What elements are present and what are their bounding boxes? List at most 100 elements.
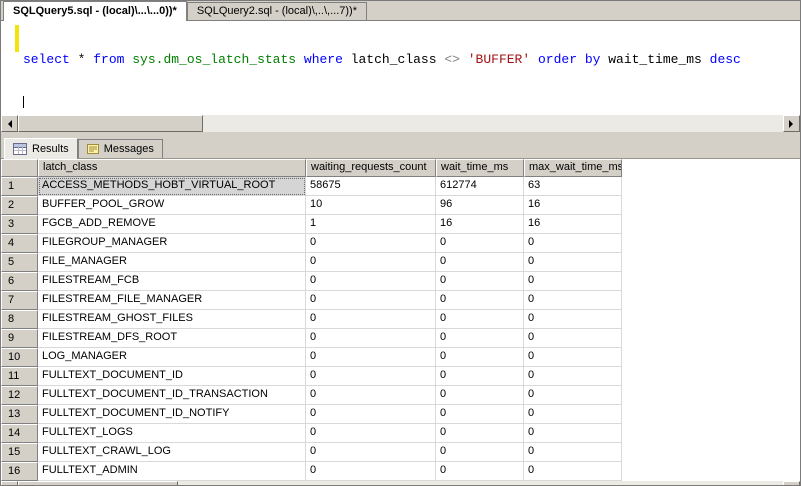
scrollbar-thumb[interactable] bbox=[18, 481, 178, 485]
cell-max-wait-time-ms[interactable]: 63 bbox=[524, 177, 622, 196]
cell-max-wait-time-ms[interactable]: 0 bbox=[524, 253, 622, 272]
cell-waiting-requests-count[interactable]: 0 bbox=[306, 310, 436, 329]
column-header-latch-class[interactable]: latch_class bbox=[38, 159, 306, 177]
sql-code-line1: select * from sys.dm_os_latch_stats wher… bbox=[23, 53, 741, 67]
column-header-max-wait-time-ms[interactable]: max_wait_time_ms bbox=[524, 159, 622, 177]
scroll-left-button[interactable] bbox=[1, 481, 18, 485]
row-header-cell[interactable]: 8 bbox=[1, 310, 38, 329]
cell-wait-time-ms[interactable]: 0 bbox=[436, 443, 524, 462]
cell-wait-time-ms[interactable]: 0 bbox=[436, 291, 524, 310]
cell-max-wait-time-ms[interactable]: 0 bbox=[524, 310, 622, 329]
cell-latch-class[interactable]: FGCB_ADD_REMOVE bbox=[38, 215, 306, 234]
cell-wait-time-ms[interactable]: 0 bbox=[436, 424, 524, 443]
cell-latch-class[interactable]: FULLTEXT_DOCUMENT_ID bbox=[38, 367, 306, 386]
cell-max-wait-time-ms[interactable]: 0 bbox=[524, 443, 622, 462]
doc-tab-sqlquery5[interactable]: SQLQuery5.sql - (local)\...\...0))* bbox=[3, 1, 187, 21]
cell-latch-class[interactable]: FILEGROUP_MANAGER bbox=[38, 234, 306, 253]
cell-waiting-requests-count[interactable]: 0 bbox=[306, 424, 436, 443]
cell-latch-class[interactable]: FILESTREAM_DFS_ROOT bbox=[38, 329, 306, 348]
cell-max-wait-time-ms[interactable]: 16 bbox=[524, 215, 622, 234]
row-header-cell[interactable]: 2 bbox=[1, 196, 38, 215]
cell-waiting-requests-count[interactable]: 0 bbox=[306, 443, 436, 462]
cell-waiting-requests-count[interactable]: 0 bbox=[306, 405, 436, 424]
cell-latch-class[interactable]: LOG_MANAGER bbox=[38, 348, 306, 367]
column-header-waiting-requests-count[interactable]: waiting_requests_count bbox=[306, 159, 436, 177]
cell-waiting-requests-count[interactable]: 0 bbox=[306, 329, 436, 348]
tab-results[interactable]: Results bbox=[4, 138, 78, 159]
cell-wait-time-ms[interactable]: 612774 bbox=[436, 177, 524, 196]
cell-latch-class[interactable]: BUFFER_POOL_GROW bbox=[38, 196, 306, 215]
cell-max-wait-time-ms[interactable]: 0 bbox=[524, 348, 622, 367]
grid-corner-cell[interactable] bbox=[1, 159, 38, 177]
cell-wait-time-ms[interactable]: 16 bbox=[436, 215, 524, 234]
row-header-cell[interactable]: 15 bbox=[1, 443, 38, 462]
grid-header-row: latch_class waiting_requests_count wait_… bbox=[1, 159, 800, 177]
cell-max-wait-time-ms[interactable]: 0 bbox=[524, 462, 622, 481]
cell-latch-class[interactable]: FILESTREAM_FILE_MANAGER bbox=[38, 291, 306, 310]
scroll-left-button[interactable] bbox=[1, 115, 18, 132]
cell-latch-class[interactable]: ACCESS_METHODS_HOBT_VIRTUAL_ROOT bbox=[38, 177, 306, 196]
cell-waiting-requests-count[interactable]: 0 bbox=[306, 253, 436, 272]
cell-wait-time-ms[interactable]: 0 bbox=[436, 310, 524, 329]
row-header-cell[interactable]: 14 bbox=[1, 424, 38, 443]
cell-latch-class[interactable]: FILESTREAM_FCB bbox=[38, 272, 306, 291]
cell-latch-class[interactable]: FULLTEXT_LOGS bbox=[38, 424, 306, 443]
cell-max-wait-time-ms[interactable]: 0 bbox=[524, 291, 622, 310]
row-header-cell[interactable]: 13 bbox=[1, 405, 38, 424]
cell-waiting-requests-count[interactable]: 0 bbox=[306, 367, 436, 386]
cell-waiting-requests-count[interactable]: 1 bbox=[306, 215, 436, 234]
row-header-cell[interactable]: 11 bbox=[1, 367, 38, 386]
cell-latch-class[interactable]: FILE_MANAGER bbox=[38, 253, 306, 272]
column-header-wait-time-ms[interactable]: wait_time_ms bbox=[436, 159, 524, 177]
row-header-cell[interactable]: 5 bbox=[1, 253, 38, 272]
tab-messages[interactable]: Messages bbox=[77, 139, 163, 158]
cell-max-wait-time-ms[interactable]: 0 bbox=[524, 234, 622, 253]
cell-wait-time-ms[interactable]: 0 bbox=[436, 386, 524, 405]
scroll-right-button[interactable] bbox=[783, 481, 800, 485]
cell-max-wait-time-ms[interactable]: 0 bbox=[524, 329, 622, 348]
cell-wait-time-ms[interactable]: 0 bbox=[436, 462, 524, 481]
cell-waiting-requests-count[interactable]: 0 bbox=[306, 348, 436, 367]
doc-tab-sqlquery2[interactable]: SQLQuery2.sql - (local)\,..\,...7))* bbox=[186, 2, 367, 20]
cell-latch-class[interactable]: FULLTEXT_CRAWL_LOG bbox=[38, 443, 306, 462]
cell-wait-time-ms[interactable]: 96 bbox=[436, 196, 524, 215]
row-header-cell[interactable]: 1 bbox=[1, 177, 38, 196]
cell-waiting-requests-count[interactable]: 0 bbox=[306, 234, 436, 253]
cell-wait-time-ms[interactable]: 0 bbox=[436, 234, 524, 253]
cell-max-wait-time-ms[interactable]: 16 bbox=[524, 196, 622, 215]
cell-wait-time-ms[interactable]: 0 bbox=[436, 272, 524, 291]
cell-max-wait-time-ms[interactable]: 0 bbox=[524, 424, 622, 443]
row-header-cell[interactable]: 9 bbox=[1, 329, 38, 348]
cell-wait-time-ms[interactable]: 0 bbox=[436, 329, 524, 348]
cell-waiting-requests-count[interactable]: 0 bbox=[306, 272, 436, 291]
scrollbar-track[interactable] bbox=[178, 481, 783, 485]
row-header-cell[interactable]: 16 bbox=[1, 462, 38, 481]
cell-wait-time-ms[interactable]: 0 bbox=[436, 253, 524, 272]
row-header-cell[interactable]: 4 bbox=[1, 234, 38, 253]
changed-lines-bar bbox=[15, 25, 19, 52]
cell-max-wait-time-ms[interactable]: 0 bbox=[524, 272, 622, 291]
row-header-cell[interactable]: 10 bbox=[1, 348, 38, 367]
row-header-cell[interactable]: 12 bbox=[1, 386, 38, 405]
cell-max-wait-time-ms[interactable]: 0 bbox=[524, 386, 622, 405]
scroll-right-button[interactable] bbox=[783, 115, 800, 132]
cell-max-wait-time-ms[interactable]: 0 bbox=[524, 367, 622, 386]
cell-waiting-requests-count[interactable]: 0 bbox=[306, 291, 436, 310]
cell-latch-class[interactable]: FILESTREAM_GHOST_FILES bbox=[38, 310, 306, 329]
row-header-cell[interactable]: 7 bbox=[1, 291, 38, 310]
cell-wait-time-ms[interactable]: 0 bbox=[436, 367, 524, 386]
cell-max-wait-time-ms[interactable]: 0 bbox=[524, 405, 622, 424]
cell-latch-class[interactable]: FULLTEXT_DOCUMENT_ID_NOTIFY bbox=[38, 405, 306, 424]
cell-wait-time-ms[interactable]: 0 bbox=[436, 348, 524, 367]
cell-waiting-requests-count[interactable]: 10 bbox=[306, 196, 436, 215]
cell-wait-time-ms[interactable]: 0 bbox=[436, 405, 524, 424]
sql-editor[interactable]: select * from sys.dm_os_latch_stats wher… bbox=[1, 21, 800, 115]
row-filler bbox=[622, 177, 800, 196]
row-header-cell[interactable]: 6 bbox=[1, 272, 38, 291]
cell-waiting-requests-count[interactable]: 0 bbox=[306, 462, 436, 481]
cell-latch-class[interactable]: FULLTEXT_ADMIN bbox=[38, 462, 306, 481]
cell-latch-class[interactable]: FULLTEXT_DOCUMENT_ID_TRANSACTION bbox=[38, 386, 306, 405]
cell-waiting-requests-count[interactable]: 0 bbox=[306, 386, 436, 405]
row-header-cell[interactable]: 3 bbox=[1, 215, 38, 234]
cell-waiting-requests-count[interactable]: 58675 bbox=[306, 177, 436, 196]
